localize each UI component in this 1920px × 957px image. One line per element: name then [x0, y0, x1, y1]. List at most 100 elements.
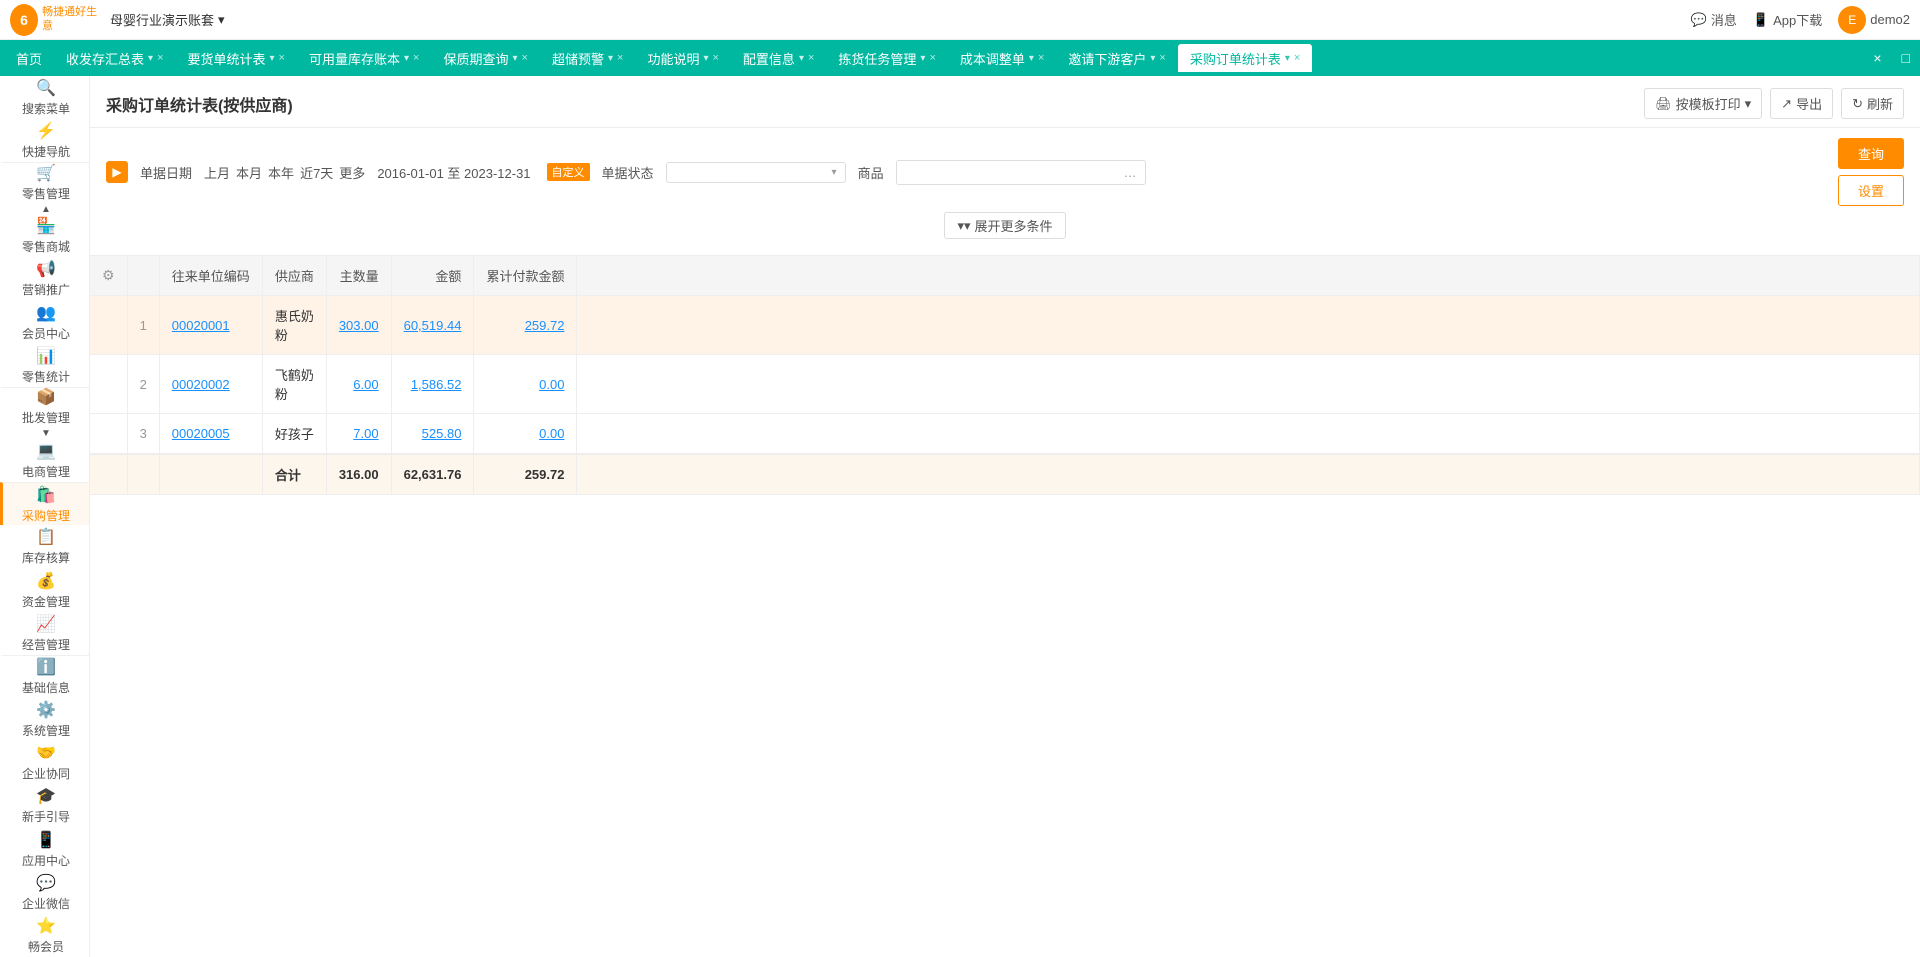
shortcut-this-year[interactable]: 本年: [268, 163, 294, 182]
tab-cost-adjust[interactable]: 成本调整单 ▾ ×: [948, 44, 1056, 72]
sidebar-item-new-guide[interactable]: 🎓 新手引导: [0, 784, 89, 827]
td-extra: [577, 296, 1920, 355]
paid-amount-link[interactable]: 0.00: [539, 426, 564, 441]
status-select[interactable]: ▾: [666, 162, 846, 183]
table-area: ⚙ 往来单位编码 供应商 主数量 金额: [90, 256, 1920, 957]
supplier-code-link[interactable]: 00020005: [172, 426, 230, 441]
close-icon[interactable]: ×: [1038, 52, 1044, 64]
table-footer-row: 合计 316.00 62,631.76 259.72: [90, 454, 1920, 495]
main-qty-link[interactable]: 303.00: [339, 318, 379, 333]
sidebar-item-marketing[interactable]: 📢 营销推广: [0, 257, 89, 300]
tab-receive-summary[interactable]: 收发存汇总表 ▾ ×: [54, 44, 175, 72]
tab-arrow: ▾: [148, 53, 153, 64]
td-paid-amount: 0.00: [474, 414, 577, 455]
paid-amount-link[interactable]: 0.00: [539, 377, 564, 392]
td-main-qty: 303.00: [326, 296, 391, 355]
sidebar-item-ecommerce[interactable]: 💻 电商管理: [0, 439, 89, 482]
tab-invite-customer[interactable]: 邀请下游客户 ▾ ×: [1056, 44, 1177, 72]
td-supplier-code: 00020005: [159, 414, 262, 455]
date-label: 单据日期: [140, 163, 192, 182]
close-icon[interactable]: ×: [413, 52, 419, 64]
sidebar-item-inventory[interactable]: 📋 库存核算: [0, 525, 89, 568]
refresh-button[interactable]: ↻ 刷新: [1841, 88, 1904, 119]
td-row-num: 1: [127, 296, 159, 355]
app-download-button[interactable]: 📱 App下载: [1753, 10, 1822, 29]
user-menu[interactable]: E demo2: [1838, 6, 1910, 34]
sidebar-item-purchase[interactable]: 🛍️ 采购管理: [0, 482, 89, 525]
sidebar-item-enterprise[interactable]: 🤝 企业协同: [0, 741, 89, 784]
tab-goods-stats[interactable]: 要货单统计表 ▾ ×: [176, 44, 297, 72]
search-button[interactable]: 查询: [1838, 138, 1904, 169]
date-range-value: 2016-01-01 至 2023-12-31: [377, 163, 530, 182]
supplier-code-link[interactable]: 00020002: [172, 377, 230, 392]
main-qty-link[interactable]: 7.00: [353, 426, 378, 441]
td-footer-empty3: [159, 454, 262, 495]
sidebar-item-system[interactable]: ⚙️ 系统管理: [0, 698, 89, 741]
amount-link[interactable]: 60,519.44: [404, 318, 462, 333]
tab-config-info[interactable]: 配置信息 ▾ ×: [731, 44, 826, 72]
sidebar-item-finance[interactable]: 💰 资金管理: [0, 568, 89, 611]
main-qty-link[interactable]: 6.00: [353, 377, 378, 392]
close-icon[interactable]: ×: [929, 52, 935, 64]
sidebar-item-search[interactable]: 🔍 搜索菜单: [0, 76, 89, 119]
tab-function-desc[interactable]: 功能说明 ▾ ×: [635, 44, 730, 72]
shortcut-this-month[interactable]: 本月: [236, 163, 262, 182]
tab-warranty[interactable]: 保质期查询 ▾ ×: [431, 44, 539, 72]
settings-button[interactable]: 设置: [1838, 175, 1904, 206]
td-paid-amount: 0.00: [474, 355, 577, 414]
supplier-code-link[interactable]: 00020001: [172, 318, 230, 333]
export-button[interactable]: ↗ 导出: [1770, 88, 1833, 119]
sidebar-item-retail[interactable]: 🛒 零售管理 ▲: [0, 162, 89, 214]
amount-link[interactable]: 1,586.52: [411, 377, 462, 392]
org-selector[interactable]: 母婴行业演示账套 ▾: [110, 10, 229, 29]
close-icon[interactable]: ×: [1159, 52, 1165, 64]
close-icon[interactable]: ×: [279, 52, 285, 64]
close-icon[interactable]: ×: [1294, 52, 1300, 64]
shortcut-last-month[interactable]: 上月: [204, 163, 230, 182]
tab-available-stock[interactable]: 可用量库存账本 ▾ ×: [297, 44, 431, 72]
sidebar-item-operations[interactable]: 📈 经营管理: [0, 612, 89, 655]
sidebar-item-vip[interactable]: ⭐ 畅会员: [0, 914, 89, 957]
close-icon[interactable]: ×: [157, 52, 163, 64]
close-icon[interactable]: ×: [808, 52, 814, 64]
paid-amount-link[interactable]: 259.72: [525, 318, 565, 333]
th-settings[interactable]: ⚙: [90, 256, 127, 296]
sidebar-item-basic-info[interactable]: ℹ️ 基础信息: [0, 655, 89, 698]
td-footer-label: 合计: [262, 454, 326, 495]
sidebar-item-retail-mall[interactable]: 🏪 零售商城: [0, 214, 89, 257]
settings-icon[interactable]: ⚙: [102, 267, 115, 283]
tab-arrow: ▾: [1285, 53, 1290, 64]
sidebar-item-retail-stats[interactable]: 📊 零售统计: [0, 344, 89, 387]
goods-input[interactable]: …: [896, 160, 1146, 185]
sidebar-item-wholesale[interactable]: 📦 批发管理 ▼: [0, 387, 89, 439]
tab-overstock-alert[interactable]: 超储预警 ▾ ×: [540, 44, 635, 72]
td-main-qty: 7.00: [326, 414, 391, 455]
filter-toggle-button[interactable]: ▶: [106, 161, 128, 183]
maximize-window-button[interactable]: □: [1896, 48, 1916, 68]
chevron-down-icon: ▼: [41, 428, 51, 439]
td-extra: [577, 414, 1920, 455]
nav-tabs: 首页 收发存汇总表 ▾ × 要货单统计表 ▾ × 可用量库存账本 ▾ × 保质期…: [0, 40, 1920, 76]
tab-home[interactable]: 首页: [4, 44, 54, 72]
sidebar-item-enterprise-wechat[interactable]: 💬 企业微信: [0, 871, 89, 914]
sidebar-item-quick-nav[interactable]: ⚡ 快捷导航: [0, 119, 89, 162]
close-icon[interactable]: ×: [522, 52, 528, 64]
sidebar-item-app-center[interactable]: 📱 应用中心: [0, 827, 89, 870]
td-supplier-name: 飞鹤奶粉: [262, 355, 326, 414]
tab-pick-task[interactable]: 拣货任务管理 ▾ ×: [826, 44, 947, 72]
mobile-icon: 📱: [36, 830, 56, 850]
close-icon[interactable]: ×: [617, 52, 623, 64]
laptop-icon: 💻: [36, 441, 56, 461]
print-button[interactable]: 🖨 按模板打印 ▾: [1644, 88, 1762, 119]
close-icon[interactable]: ×: [712, 52, 718, 64]
shortcut-more[interactable]: 更多: [339, 163, 365, 182]
td-row-num: 2: [127, 355, 159, 414]
tab-purchase-stats[interactable]: 采购订单统计表 ▾ ×: [1178, 44, 1312, 72]
expand-button[interactable]: ▾▾ 展开更多条件: [944, 212, 1065, 239]
amount-link[interactable]: 525.80: [422, 426, 462, 441]
shortcut-7days[interactable]: 近7天: [300, 163, 333, 182]
message-button[interactable]: 💬 消息: [1691, 10, 1737, 29]
sidebar-item-members[interactable]: 👥 会员中心: [0, 301, 89, 344]
close-window-button[interactable]: ×: [1867, 48, 1887, 68]
goods-label: 商品: [858, 163, 884, 182]
